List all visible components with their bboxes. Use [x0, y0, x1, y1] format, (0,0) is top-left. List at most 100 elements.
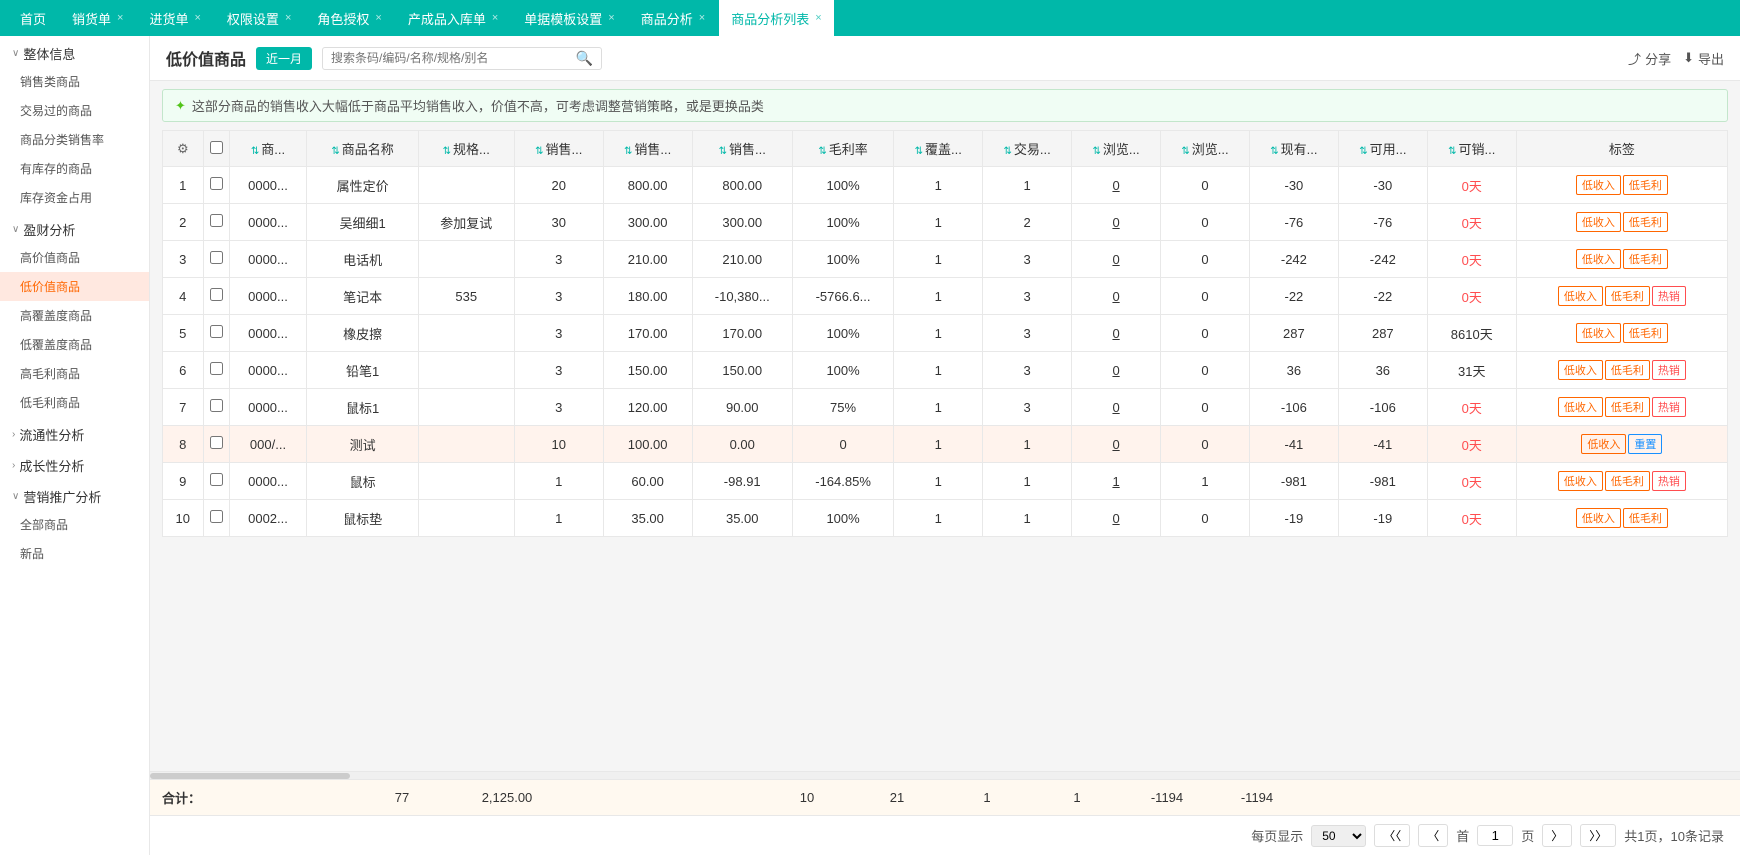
export-button[interactable]: ⬇ 导出	[1683, 49, 1724, 68]
sidebar-group-liquidity[interactable]: › 流通性分析	[0, 417, 149, 448]
view-count-link[interactable]: 0	[1112, 178, 1119, 193]
page-number-input[interactable]	[1477, 825, 1513, 846]
sidebar-item-sales-products[interactable]: 销售类商品	[0, 67, 149, 96]
product-name[interactable]: 笔记本	[307, 278, 418, 315]
view-count-link[interactable]: 0	[1112, 511, 1119, 526]
product-name[interactable]: 测试	[307, 426, 418, 463]
row-checkbox[interactable]	[210, 510, 223, 523]
row-checkbox[interactable]	[210, 473, 223, 486]
prev-page-button[interactable]: 〈	[1418, 824, 1448, 847]
close-icon[interactable]: ×	[699, 12, 705, 24]
filter-period-button[interactable]: 近一月	[256, 47, 312, 70]
col-sales-qty[interactable]: ⇅销售...	[514, 131, 603, 167]
row-checkbox[interactable]	[210, 436, 223, 449]
nav-sales-order[interactable]: 销货单 ×	[60, 0, 135, 36]
close-icon[interactable]: ×	[285, 12, 291, 24]
view-count-link[interactable]: 0	[1112, 289, 1119, 304]
view-count1[interactable]: 0	[1072, 315, 1161, 352]
row-checkbox[interactable]	[210, 325, 223, 338]
sidebar-item-all-products[interactable]: 全部商品	[0, 510, 149, 539]
product-name[interactable]: 电话机	[307, 241, 418, 278]
sidebar-item-low-gross[interactable]: 低毛利商品	[0, 388, 149, 417]
view-count1[interactable]: 0	[1072, 204, 1161, 241]
nav-permission-setting[interactable]: 权限设置 ×	[215, 0, 303, 36]
close-icon[interactable]: ×	[608, 12, 614, 24]
search-input[interactable]	[331, 51, 572, 65]
next-page-button[interactable]: 〉	[1542, 824, 1572, 847]
view-count1[interactable]: 0	[1072, 352, 1161, 389]
sidebar-group-growth[interactable]: › 成长性分析	[0, 448, 149, 479]
col-name[interactable]: ⇅商品名称	[307, 131, 418, 167]
last-page-button[interactable]: 〉〉	[1580, 824, 1616, 847]
col-sales-amount2[interactable]: ⇅销售...	[692, 131, 792, 167]
sidebar-item-low-value[interactable]: 低价值商品	[0, 272, 149, 301]
col-trade[interactable]: ⇅交易...	[983, 131, 1072, 167]
sidebar-group-profit-analysis[interactable]: ∨ 盈财分析	[0, 212, 149, 243]
view-count-link[interactable]: 0	[1112, 326, 1119, 341]
close-icon[interactable]: ×	[815, 12, 821, 24]
view-count-link[interactable]: 0	[1112, 363, 1119, 378]
sidebar-item-traded-products[interactable]: 交易过的商品	[0, 96, 149, 125]
product-name[interactable]: 铅笔1	[307, 352, 418, 389]
sidebar-item-high-gross[interactable]: 高毛利商品	[0, 359, 149, 388]
col-coverage[interactable]: ⇅覆盖...	[894, 131, 983, 167]
nav-product-analysis[interactable]: 商品分析 ×	[629, 0, 717, 36]
nav-purchase-order[interactable]: 进货单 ×	[137, 0, 212, 36]
sidebar-group-overall[interactable]: ∨ 整体信息	[0, 36, 149, 67]
col-sellable-stock[interactable]: ⇅可销...	[1427, 131, 1516, 167]
col-spec[interactable]: ⇅规格...	[418, 131, 514, 167]
view-count1[interactable]: 1	[1072, 463, 1161, 500]
first-page-button[interactable]: 〈〈	[1374, 824, 1410, 847]
nav-product-analysis-list[interactable]: 商品分析列表 ×	[719, 0, 833, 36]
col-settings[interactable]: ⚙	[163, 131, 204, 167]
search-icon[interactable]: 🔍	[576, 50, 593, 67]
nav-template-setting[interactable]: 单据模板设置 ×	[512, 0, 626, 36]
col-current-stock[interactable]: ⇅现有...	[1249, 131, 1338, 167]
product-name[interactable]: 属性定价	[307, 167, 418, 204]
close-icon[interactable]: ×	[194, 12, 200, 24]
row-checkbox[interactable]	[210, 214, 223, 227]
close-icon[interactable]: ×	[375, 12, 381, 24]
product-name[interactable]: 橡皮擦	[307, 315, 418, 352]
view-count-link[interactable]: 0	[1112, 400, 1119, 415]
product-name[interactable]: 鼠标1	[307, 389, 418, 426]
product-name[interactable]: 鼠标	[307, 463, 418, 500]
close-icon[interactable]: ×	[117, 12, 123, 24]
col-sales-amount1[interactable]: ⇅销售...	[603, 131, 692, 167]
select-all-checkbox[interactable]	[210, 141, 223, 154]
row-checkbox[interactable]	[210, 177, 223, 190]
view-count1[interactable]: 0	[1072, 500, 1161, 537]
col-view2[interactable]: ⇅浏览...	[1161, 131, 1250, 167]
row-checkbox[interactable]	[210, 288, 223, 301]
view-count-link[interactable]: 0	[1112, 437, 1119, 452]
col-code[interactable]: ⇅商...	[229, 131, 307, 167]
view-count1[interactable]: 0	[1072, 426, 1161, 463]
col-view1[interactable]: ⇅浏览...	[1072, 131, 1161, 167]
col-gross-margin[interactable]: ⇅毛利率	[792, 131, 893, 167]
nav-production-inbound[interactable]: 产成品入库单 ×	[396, 0, 510, 36]
row-checkbox[interactable]	[210, 362, 223, 375]
sidebar-item-high-value[interactable]: 高价值商品	[0, 243, 149, 272]
nav-home[interactable]: 首页	[8, 0, 58, 36]
sidebar-item-low-coverage[interactable]: 低覆盖度商品	[0, 330, 149, 359]
view-count1[interactable]: 0	[1072, 241, 1161, 278]
row-checkbox[interactable]	[210, 251, 223, 264]
row-checkbox[interactable]	[210, 399, 223, 412]
view-count1[interactable]: 0	[1072, 278, 1161, 315]
nav-role-auth[interactable]: 角色授权 ×	[305, 0, 393, 36]
view-count1[interactable]: 0	[1072, 167, 1161, 204]
sidebar-group-marketing[interactable]: ∨ 营销推广分析	[0, 479, 149, 510]
share-button[interactable]: ⤴ 分享	[1628, 49, 1671, 68]
sidebar-item-category-sales-rate[interactable]: 商品分类销售率	[0, 125, 149, 154]
sidebar-item-in-stock-products[interactable]: 有库存的商品	[0, 154, 149, 183]
view-count1[interactable]: 0	[1072, 389, 1161, 426]
view-count-link[interactable]: 0	[1112, 215, 1119, 230]
horizontal-scrollbar[interactable]	[150, 771, 1740, 779]
sidebar-item-new-products[interactable]: 新品	[0, 539, 149, 568]
col-available-stock[interactable]: ⇅可用...	[1338, 131, 1427, 167]
sidebar-item-inventory-fund[interactable]: 库存资金占用	[0, 183, 149, 212]
product-name[interactable]: 吴细细1	[307, 204, 418, 241]
sidebar-item-high-coverage[interactable]: 高覆盖度商品	[0, 301, 149, 330]
view-count-link[interactable]: 1	[1112, 474, 1119, 489]
product-name[interactable]: 鼠标垫	[307, 500, 418, 537]
